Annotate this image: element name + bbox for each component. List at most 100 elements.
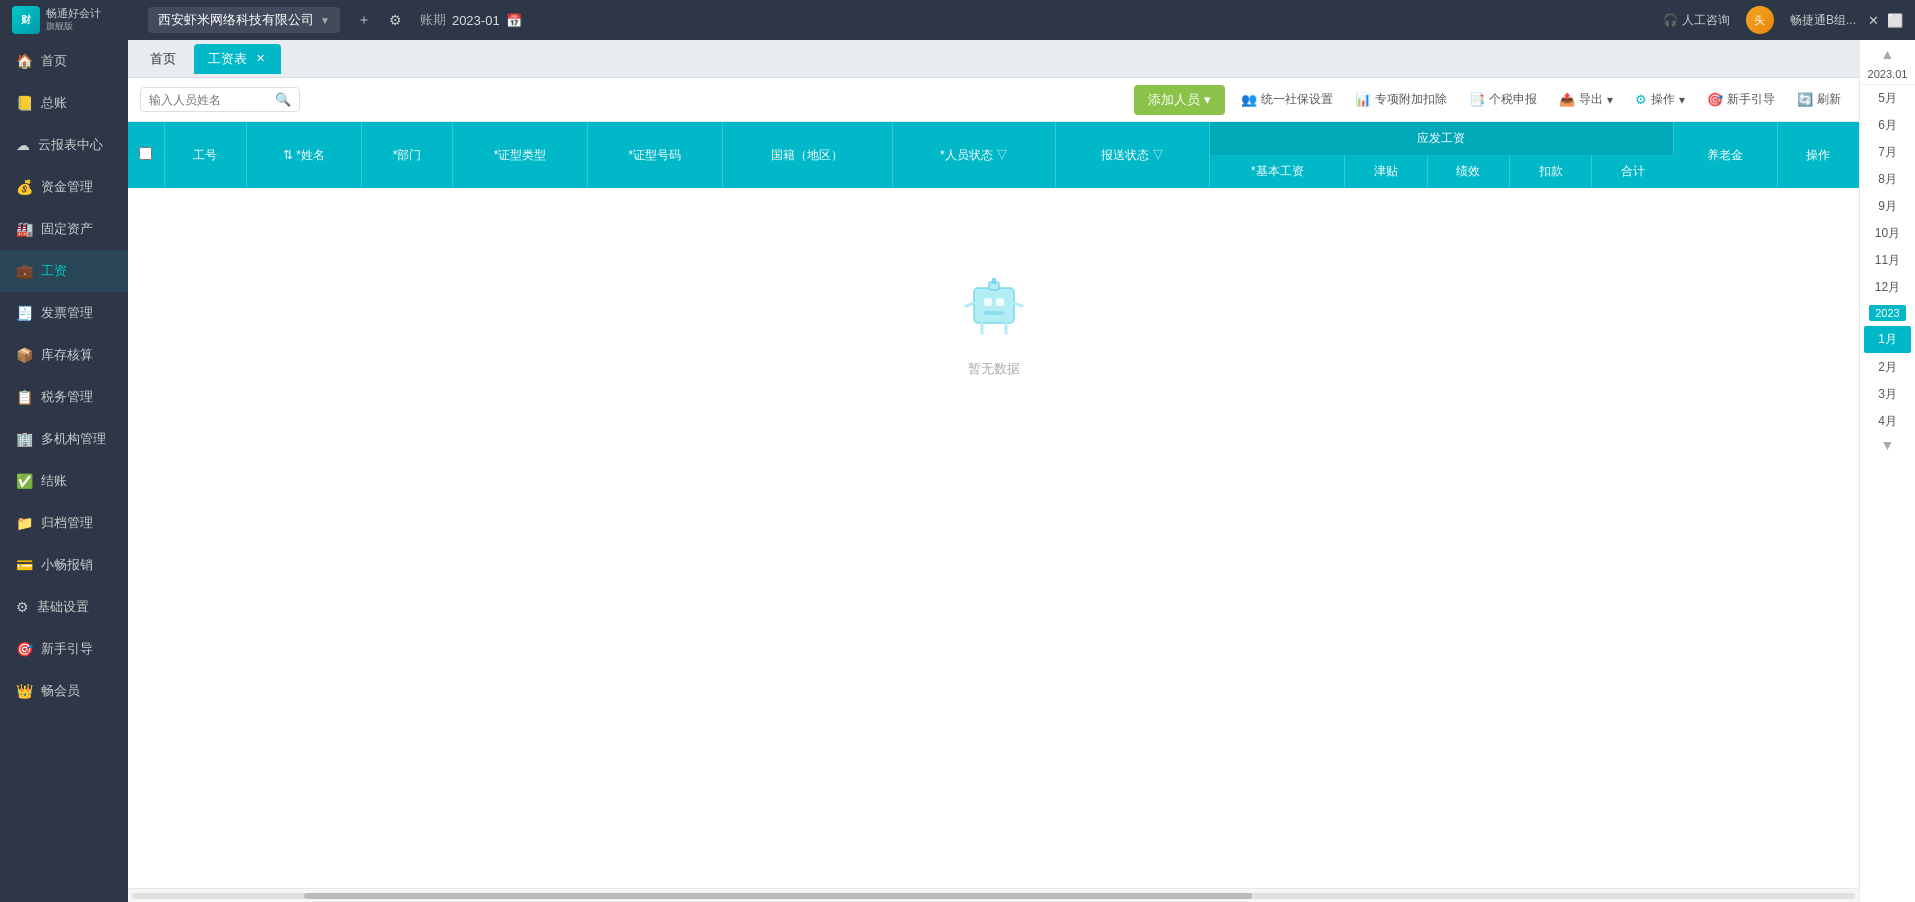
export-icon: 📤 (1559, 92, 1575, 107)
current-period-label: 2023.01 (1860, 64, 1915, 85)
guide-icon: 🎯 (16, 641, 33, 657)
individual-tax-button[interactable]: 📑 个税申报 (1463, 87, 1543, 112)
sidebar-item-settings[interactable]: ⚙ 基础设置 (0, 586, 128, 628)
content-area: 首页 工资表 ✕ 🔍 添加人员 ▾ 👥 统一社保设置 (128, 40, 1859, 902)
help-button[interactable]: 🎧 人工咨询 (1663, 12, 1730, 29)
sidebar-label-fund: 资金管理 (41, 178, 93, 196)
sidebar-item-payroll[interactable]: 💼工资 (0, 250, 128, 292)
sidebar-item-fund[interactable]: 💰 资金管理 (0, 166, 128, 208)
table-container: 工号 ⇅ *姓名 *部门 *证型类型 *证型号码 国籍（地区） *人员状态 ▽ … (128, 122, 1859, 888)
col-group-salary: 应发工资 (1210, 122, 1673, 155)
col-name: ⇅ *姓名 (246, 122, 361, 188)
sidebar-item-multi-org[interactable]: 🏢多机构管理 (0, 418, 128, 460)
sidebar-label-ledger: 总账 (41, 94, 67, 112)
export-button[interactable]: 📤 导出 ▾ (1553, 87, 1619, 112)
settings-icon[interactable]: ⚙ (384, 8, 408, 32)
search-icon[interactable]: 🔍 (275, 92, 291, 107)
tax-label: 个税申报 (1489, 91, 1537, 108)
nav-down-arrow[interactable]: ▼ (1881, 435, 1895, 455)
tax-icon: 📋 (16, 389, 33, 405)
month-11[interactable]: 11月 (1860, 247, 1915, 274)
sidebar-item-inventory[interactable]: 📦 库存核算 (0, 334, 128, 376)
refresh-button[interactable]: 🔄 刷新 (1791, 87, 1847, 112)
svg-line-6 (966, 303, 974, 306)
fund-icon: 💰 (16, 179, 33, 195)
calendar-icon[interactable]: 📅 (506, 13, 522, 28)
sidebar-item-archive[interactable]: 📁归档管理 (0, 502, 128, 544)
sidebar-item-cloud-report[interactable]: ☁云报表中心 (0, 124, 128, 166)
month-6[interactable]: 6月 (1860, 112, 1915, 139)
svg-rect-1 (984, 298, 992, 306)
year-badge[interactable]: 2023 (1869, 305, 1905, 321)
report-filter-icon[interactable]: ▽ (1152, 148, 1164, 162)
company-name: 西安虾米网络科技有限公司 (158, 11, 314, 29)
sidebar-item-invoice[interactable]: 🧾发票管理 (0, 292, 128, 334)
search-input[interactable] (149, 93, 275, 107)
expense-icon: 💳 (16, 557, 33, 573)
svg-rect-5 (992, 278, 996, 284)
sidebar-label-closing: 结账 (41, 472, 67, 490)
close-button[interactable]: ✕ (1868, 13, 1879, 28)
tab-home[interactable]: 首页 (136, 44, 190, 74)
svg-rect-2 (996, 298, 1004, 306)
username[interactable]: 畅捷通B组... (1790, 12, 1856, 29)
sidebar-item-ledger[interactable]: 📒总账 (0, 82, 128, 124)
inventory-icon: 📦 (16, 347, 33, 363)
month-8[interactable]: 8月 (1860, 166, 1915, 193)
month-1-active[interactable]: 1月 (1864, 326, 1911, 353)
month-10[interactable]: 10月 (1860, 220, 1915, 247)
tax-icon: 📑 (1469, 92, 1485, 107)
chevron-down-icon: ▼ (320, 15, 330, 26)
sidebar-label-archive: 归档管理 (41, 514, 93, 532)
scrollbar-thumb[interactable] (304, 893, 1252, 899)
guide-label: 新手引导 (1727, 91, 1775, 108)
sidebar-item-member[interactable]: 👑畅会员 (0, 670, 128, 712)
add-icon[interactable]: ＋ (352, 8, 376, 32)
search-input-wrap: 🔍 (140, 87, 300, 112)
tab-close-icon[interactable]: ✕ (253, 52, 267, 66)
sidebar-label-inventory: 库存核算 (41, 346, 93, 364)
select-all-checkbox[interactable] (139, 147, 152, 160)
user-avatar: 头 (1746, 6, 1774, 34)
sidebar-label-payroll: 工资 (41, 262, 67, 280)
maximize-button[interactable]: ⬜ (1887, 13, 1903, 28)
bottom-scrollbar[interactable] (128, 888, 1859, 902)
sidebar-item-home[interactable]: 🏠首页 (0, 40, 128, 82)
month-7[interactable]: 7月 (1860, 139, 1915, 166)
month-5[interactable]: 5月 (1860, 85, 1915, 112)
tab-payroll-table[interactable]: 工资表 ✕ (194, 44, 281, 74)
sidebar-item-tax[interactable]: 📋税务管理 (0, 376, 128, 418)
top-header-actions: ＋ ⚙ (352, 8, 408, 32)
empty-state: 暂无数据 (128, 188, 1859, 458)
sidebar-label-invoice: 发票管理 (41, 304, 93, 322)
empty-text: 暂无数据 (968, 360, 1020, 378)
sidebar-label-settings: 基础设置 (37, 598, 89, 616)
add-person-button[interactable]: 添加人员 ▾ (1134, 85, 1225, 115)
right-month-panel: ▲ 2023.01 5月 6月 7月 8月 9月 10月 11月 12月 202… (1859, 40, 1915, 902)
status-filter-icon[interactable]: ▽ (996, 148, 1008, 162)
month-9[interactable]: 9月 (1860, 193, 1915, 220)
scrollbar-track (132, 893, 1855, 899)
month-12[interactable]: 12月 (1860, 274, 1915, 301)
month-2[interactable]: 2月 (1860, 354, 1915, 381)
operations-button[interactable]: ⚙ 操作 ▾ (1629, 87, 1691, 112)
special-deduction-button[interactable]: 📊 专项附加扣除 (1349, 87, 1453, 112)
nav-up-arrow[interactable]: ▲ (1881, 44, 1895, 64)
company-selector[interactable]: 西安虾米网络科技有限公司 ▼ (148, 7, 340, 33)
month-4[interactable]: 4月 (1860, 408, 1915, 435)
col-cert-no: *证型号码 (587, 122, 722, 188)
logo-sub: 旗舰版 (46, 20, 101, 33)
col-cert-type: *证型类型 (453, 122, 588, 188)
sidebar-item-guide[interactable]: 🎯新手引导 (0, 628, 128, 670)
sidebar-label-multi-org: 多机构管理 (41, 430, 106, 448)
settings-icon: ⚙ (16, 599, 29, 615)
deduction-icon: 📊 (1355, 92, 1371, 107)
sidebar-item-closing[interactable]: ✅结账 (0, 460, 128, 502)
month-3[interactable]: 3月 (1860, 381, 1915, 408)
sidebar-item-expense[interactable]: 💳小畅报销 (0, 544, 128, 586)
refresh-icon: 🔄 (1797, 92, 1813, 107)
social-insurance-button[interactable]: 👥 统一社保设置 (1235, 87, 1339, 112)
guide-button[interactable]: 🎯 新手引导 (1701, 87, 1781, 112)
refresh-label: 刷新 (1817, 91, 1841, 108)
sidebar-item-fixed-assets[interactable]: 🏭固定资产 (0, 208, 128, 250)
